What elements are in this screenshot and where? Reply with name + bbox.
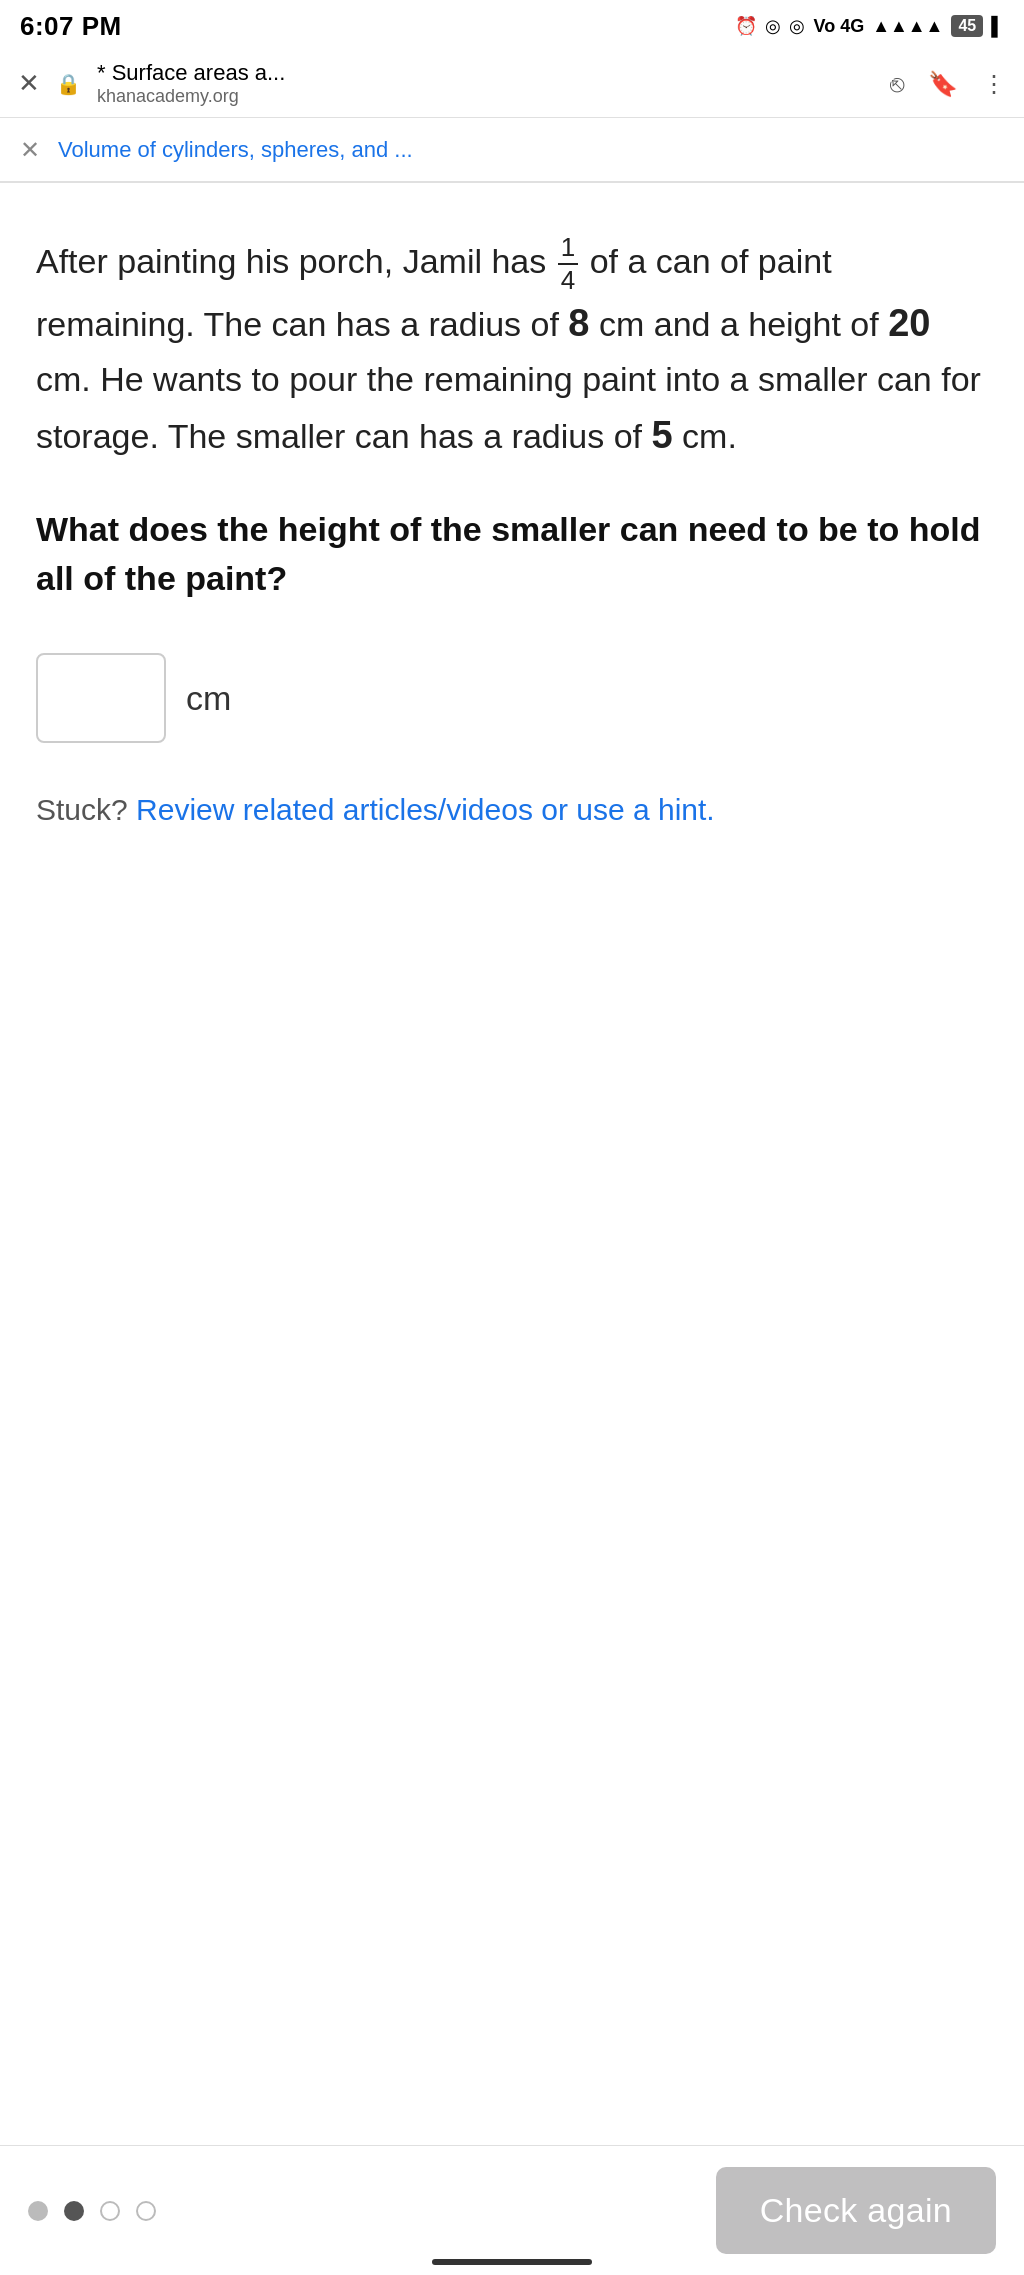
browser-nav-bar: ✕ 🔒 * Surface areas a... khanacademy.org… [0,50,1024,118]
status-right: ⏰ ◎ ◎ Vo 4G ▲▲▲▲ 45 ▌ [735,15,1004,37]
share-icon[interactable]: ⎋ [890,70,904,98]
dot-4 [136,2201,156,2221]
check-again-button[interactable]: Check again [716,2167,996,2254]
url-block: * Surface areas a... khanacademy.org [97,60,874,107]
problem-text: After painting his porch, Jamil has 1 4 … [36,233,988,465]
answer-area: cm [36,653,988,743]
answer-input[interactable] [36,653,166,743]
progress-dots [28,2201,156,2221]
tab-close-icon[interactable]: ✕ [20,136,40,164]
fraction: 1 4 [558,233,578,294]
bottom-bar: Check again [0,2145,1024,2275]
tab-label[interactable]: Volume of cylinders, spheres, and ... [58,137,413,163]
nav-actions: ⎋ 🔖 ⋮ [890,70,1006,98]
network-label: Vo 4G [813,16,864,37]
instagram-icon: ◎ [765,15,781,37]
camera-icon: ◎ [789,15,805,37]
answer-unit: cm [186,679,231,718]
stuck-link[interactable]: Review related articles/videos or use a … [136,793,715,826]
status-bar: 6:07 PM ⏰ ◎ ◎ Vo 4G ▲▲▲▲ 45 ▌ [0,0,1024,50]
signal-icon: ▲▲▲▲ [872,16,943,37]
more-options-icon[interactable]: ⋮ [982,70,1006,98]
problem-text-end: cm. [682,417,737,455]
radius1-value: 8 [568,302,589,344]
status-time: 6:07 PM [20,11,122,42]
main-content: After painting his porch, Jamil has 1 4 … [0,183,1024,857]
stuck-label: Stuck? [36,793,128,826]
alarm-icon: ⏰ [735,15,757,37]
lock-icon: 🔒 [56,72,81,96]
problem-text-after-height: cm. He wants to pour the remaining paint… [36,360,981,455]
page-title: * Surface areas a... [97,60,874,86]
battery-level: 45 [951,15,983,37]
dot-2 [64,2201,84,2221]
problem-text-mid: cm and a height of [599,305,879,343]
question-text: What does the height of the smaller can … [36,505,988,604]
dot-1 [28,2201,48,2221]
home-indicator [432,2259,592,2265]
tab-bar: ✕ Volume of cylinders, spheres, and ... [0,118,1024,182]
battery-icon: ▌ [991,16,1004,37]
radius2-value: 5 [651,414,672,456]
bookmark-icon[interactable]: 🔖 [928,70,958,98]
stuck-section: Stuck? Review related articles/videos or… [36,793,988,827]
page-domain: khanacademy.org [97,86,874,107]
close-icon[interactable]: ✕ [18,68,40,99]
height1-value: 20 [888,302,930,344]
dot-3 [100,2201,120,2221]
problem-text-before-fraction: After painting his porch, Jamil has [36,242,546,280]
fraction-numerator: 1 [558,233,578,265]
fraction-denominator: 4 [558,265,578,295]
